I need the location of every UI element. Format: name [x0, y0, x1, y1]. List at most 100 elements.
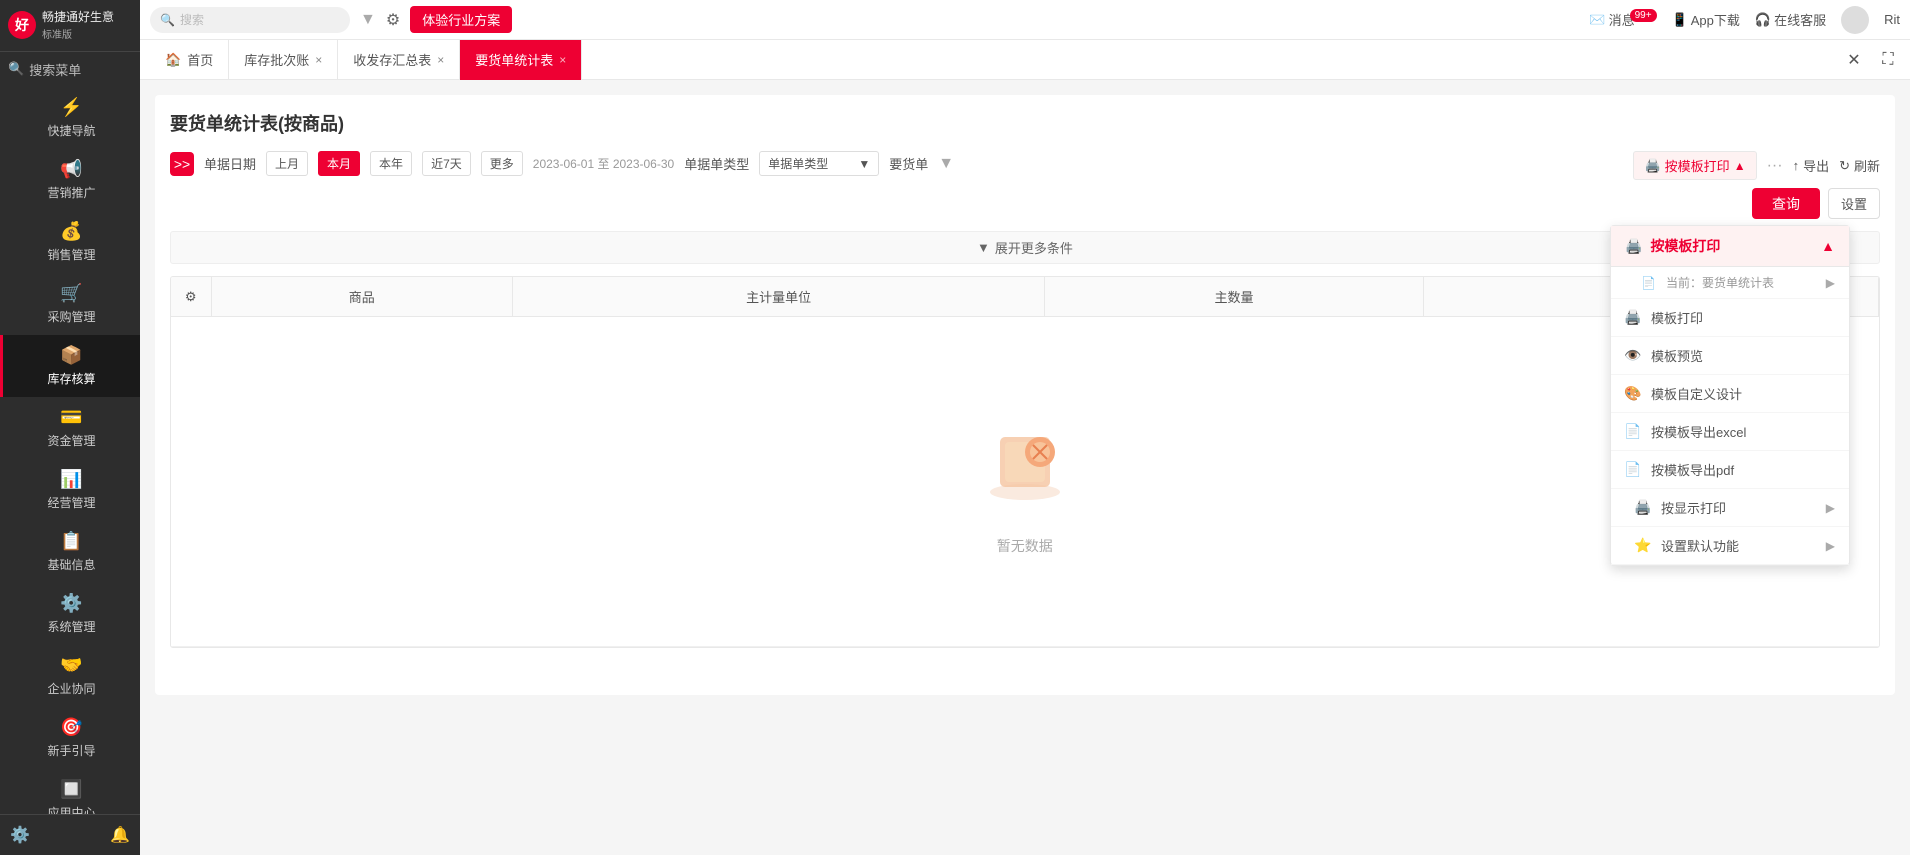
- tab-bar: 🏠 首页 库存批次账 × 收发存汇总表 × 要货单统计表 × ✕ ⛶: [140, 40, 1910, 80]
- tab-close-icon[interactable]: ×: [437, 53, 444, 67]
- query-btn[interactable]: 查询: [1752, 188, 1820, 219]
- tab-home[interactable]: 🏠 首页: [150, 40, 229, 80]
- refresh-label: 刷新: [1854, 156, 1880, 175]
- avatar[interactable]: [1841, 6, 1869, 34]
- maximize-btn[interactable]: ⛶: [1876, 48, 1900, 72]
- sidebar-item-apps[interactable]: 🔲 应用中心: [0, 769, 140, 814]
- dropdown-collapse-icon[interactable]: ▲: [1821, 238, 1835, 254]
- sidebar-item-basics[interactable]: 📋 基础信息: [0, 521, 140, 583]
- app-badge: 标准版: [42, 26, 114, 41]
- headset-icon: 🎧: [1755, 12, 1771, 28]
- close-tab-btn[interactable]: ✕: [1842, 48, 1866, 72]
- sidebar-item-finance[interactable]: 💳 资金管理: [0, 397, 140, 459]
- display-print-arrow: ▶: [1826, 501, 1835, 515]
- sidebar-item-guide[interactable]: 🎯 新手引导: [0, 707, 140, 769]
- search-placeholder: 搜索: [180, 11, 204, 28]
- default-func-icon: ⭐: [1635, 538, 1651, 554]
- finance-icon: 💳: [60, 407, 82, 428]
- default-func-arrow: ▶: [1826, 539, 1835, 553]
- export-excel-label: 按模板导出excel: [1651, 422, 1746, 441]
- order-type-dropdown-icon[interactable]: ▼: [938, 155, 954, 173]
- more-date-btn[interactable]: 更多: [481, 151, 523, 176]
- settings-icon[interactable]: ⚙️: [10, 825, 30, 845]
- tab-label: 首页: [187, 50, 213, 69]
- date-range: 2023-06-01 至 2023-06-30: [533, 155, 674, 172]
- tab-close-active-icon[interactable]: ×: [559, 53, 566, 67]
- last-7days-btn[interactable]: 近7天: [422, 151, 471, 176]
- sidebar-item-label: 系统管理: [47, 618, 95, 635]
- template-preview-icon: 👁️: [1625, 348, 1641, 364]
- sidebar-item-label: 资金管理: [47, 432, 95, 449]
- default-func-label: 设置默认功能: [1661, 536, 1739, 555]
- dropdown-header[interactable]: 🖨️ 按模板打印 ▲: [1611, 226, 1849, 267]
- notification-icon[interactable]: 🔔: [110, 825, 130, 845]
- more-options-icon[interactable]: ···: [1767, 157, 1783, 175]
- dropdown-item-display-print[interactable]: 🖨️ 按显示打印 ▶: [1611, 489, 1849, 527]
- sidebar-item-system[interactable]: ⚙️ 系统管理: [0, 583, 140, 645]
- sidebar-item-marketing[interactable]: 📢 营销推广: [0, 149, 140, 211]
- last-month-btn[interactable]: 上月: [266, 151, 308, 176]
- select-value: 单据单类型: [768, 155, 828, 172]
- page-title: 要货单统计表(按商品): [170, 110, 1880, 136]
- sidebar-item-operations[interactable]: 📊 经营管理: [0, 459, 140, 521]
- dropdown-item-template-preview[interactable]: 👁️ 模板预览: [1611, 337, 1849, 375]
- marketing-icon: 📢: [60, 159, 82, 180]
- online-service-btn[interactable]: 🎧 在线客服: [1755, 10, 1826, 29]
- sidebar-item-label: 基础信息: [47, 556, 95, 573]
- app-name: 畅捷通好生意: [42, 10, 114, 26]
- current-icon: 📄: [1641, 276, 1656, 290]
- settings-gear-icon[interactable]: ⚙: [386, 10, 400, 30]
- sidebar-item-purchase[interactable]: 🛒 采购管理: [0, 273, 140, 335]
- current-label-item[interactable]: 📄 当前：要货单统计表 ▶: [1611, 267, 1849, 299]
- search-icon: 🔍: [8, 61, 24, 77]
- dropdown-item-template-print[interactable]: 🖨️ 模板打印: [1611, 299, 1849, 337]
- settings-btn[interactable]: 设置: [1828, 188, 1880, 219]
- sidebar-item-label: 营销推广: [47, 184, 95, 201]
- dropdown-arrow[interactable]: ▼: [360, 11, 376, 29]
- basics-icon: 📋: [60, 531, 82, 552]
- app-download-label: App下载: [1691, 10, 1740, 29]
- export-btn[interactable]: ↑ 导出: [1793, 156, 1830, 175]
- sidebar-item-quick-nav[interactable]: ⚡ 快捷导航: [0, 87, 140, 149]
- tab-close-icon[interactable]: ×: [315, 53, 322, 67]
- expand-btn[interactable]: >>: [170, 152, 194, 176]
- app-download-btn[interactable]: 📱 App下载: [1672, 10, 1740, 29]
- tab-receipts-summary[interactable]: 收发存汇总表 ×: [338, 40, 460, 80]
- template-print-btn[interactable]: 🖨️ 按模板打印 ▲: [1633, 151, 1756, 180]
- sidebar-item-sales[interactable]: 💰 销售管理: [0, 211, 140, 273]
- home-icon: 🏠: [165, 52, 181, 68]
- display-print-label: 按显示打印: [1661, 498, 1726, 517]
- print-dropdown-menu: 🖨️ 按模板打印 ▲ 📄 当前：要货单统计表 ▶ 🖨️ 模板打印 👁️ 模板预览…: [1610, 225, 1850, 566]
- dropdown-item-template-design[interactable]: 🎨 模板自定义设计: [1611, 375, 1849, 413]
- table-settings-col[interactable]: ⚙: [171, 277, 211, 317]
- dropdown-item-export-pdf[interactable]: 📄 按模板导出pdf: [1611, 451, 1849, 489]
- experience-btn[interactable]: 体验行业方案: [410, 6, 512, 33]
- this-month-btn[interactable]: 本月: [318, 151, 360, 176]
- refresh-btn[interactable]: ↻ 刷新: [1839, 156, 1880, 175]
- filter-toolbar: >> 单据日期 上月 本月 本年 近7天 更多 2023-06-01 至 202…: [170, 151, 1623, 176]
- tab-label: 库存批次账: [244, 50, 309, 69]
- this-year-btn[interactable]: 本年: [370, 151, 412, 176]
- chevron-down-icon: ▼: [858, 157, 870, 171]
- export-pdf-label: 按模板导出pdf: [1651, 460, 1734, 479]
- content-area: 要货单统计表(按商品) >> 单据日期 上月 本月 本年 近7天 更多 2023…: [140, 80, 1910, 855]
- messages-badge: 99+: [1630, 9, 1657, 22]
- export-label: 导出: [1803, 156, 1829, 175]
- dropdown-title: 按模板打印: [1650, 236, 1720, 256]
- tab-inventory-batch[interactable]: 库存批次账 ×: [229, 40, 338, 80]
- user-name: Rit: [1884, 12, 1900, 27]
- system-icon: ⚙️: [60, 593, 82, 614]
- dropdown-header-left: 🖨️ 按模板打印: [1625, 236, 1720, 256]
- global-search[interactable]: 🔍 搜索: [150, 7, 350, 33]
- messages-btn[interactable]: ✉️ 消息 99+: [1589, 10, 1656, 29]
- type-filter-select[interactable]: 单据单类型 ▼: [759, 151, 879, 176]
- sidebar-item-enterprise[interactable]: 🤝 企业协同: [0, 645, 140, 707]
- tab-order-stats[interactable]: 要货单统计表 ×: [460, 40, 582, 80]
- dropdown-item-default-func[interactable]: ⭐ 设置默认功能 ▶: [1611, 527, 1849, 565]
- quick-nav-icon: ⚡: [60, 97, 82, 118]
- search-icon: 🔍: [160, 13, 175, 27]
- search-menu[interactable]: 🔍 搜索菜单: [0, 52, 140, 87]
- sidebar-bottom: ⚙️ 🔔: [0, 814, 140, 855]
- dropdown-item-export-excel[interactable]: 📄 按模板导出excel: [1611, 413, 1849, 451]
- sidebar-item-inventory[interactable]: 📦 库存核算: [0, 335, 140, 397]
